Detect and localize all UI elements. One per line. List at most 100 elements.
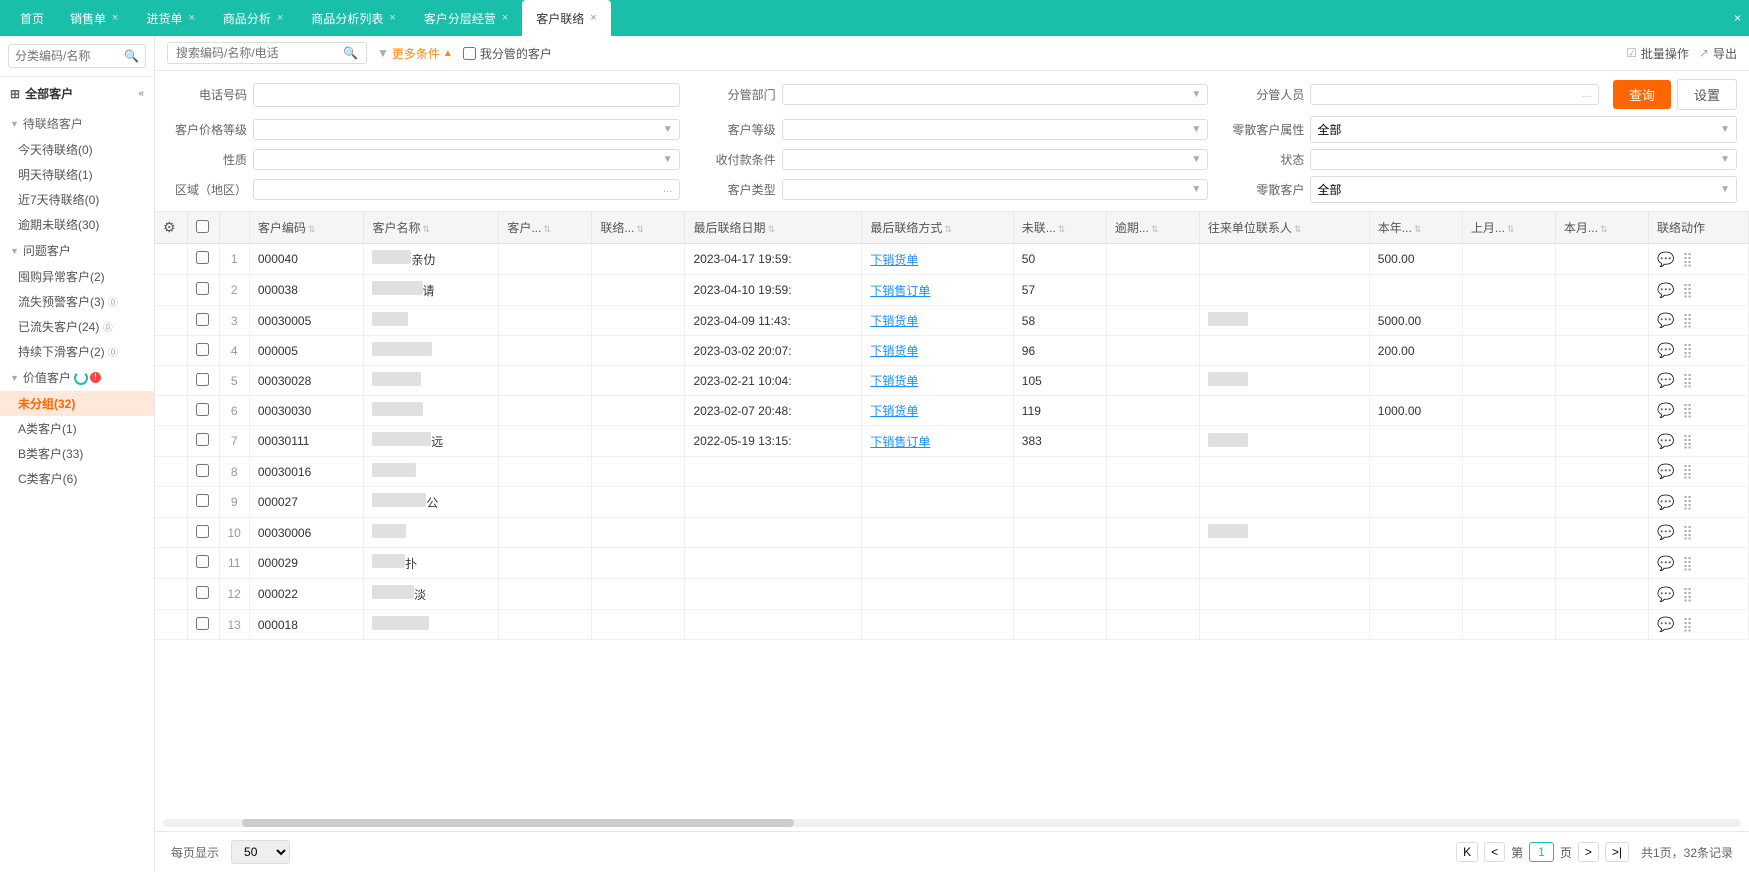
status-select[interactable]: ▼ [1310, 149, 1737, 170]
row-check[interactable] [187, 457, 219, 487]
page-size-select[interactable]: 50 100 200 [231, 840, 290, 864]
close-customer-seg-icon[interactable]: × [502, 12, 508, 24]
row-check[interactable] [187, 306, 219, 336]
contact-icon[interactable]: 💬 [1657, 312, 1674, 329]
last-method-link[interactable]: 下销货单 [870, 404, 918, 418]
collapse-icon[interactable]: « [138, 88, 144, 99]
close-customer-contact-icon[interactable]: × [590, 12, 596, 24]
filter-search-icon[interactable]: 🔍 [343, 46, 358, 60]
last-page-btn[interactable]: >| [1605, 842, 1629, 862]
horizontal-scrollbar[interactable] [155, 815, 1749, 831]
tab-purchase[interactable]: 进货单 × [132, 0, 208, 36]
close-product-list-icon[interactable]: × [389, 12, 395, 24]
sidebar-item-ungroup[interactable]: 未分组(32) [0, 391, 154, 416]
more-action-icon[interactable]: ⣿ [1682, 494, 1692, 511]
last-method-link[interactable]: 下销售订单 [870, 284, 930, 298]
contact-icon[interactable]: 💬 [1657, 372, 1674, 389]
more-action-icon[interactable]: ⣿ [1682, 402, 1692, 419]
more-action-icon[interactable]: ⣿ [1682, 342, 1692, 359]
row-check[interactable] [187, 579, 219, 610]
more-action-icon[interactable]: ⣿ [1682, 524, 1692, 541]
contact-icon[interactable]: 💬 [1657, 342, 1674, 359]
prev-page-btn[interactable]: < [1484, 842, 1505, 862]
close-purchase-icon[interactable]: × [188, 12, 194, 24]
more-conditions-btn[interactable]: ▼ 更多条件 ▲ [377, 45, 453, 62]
more-action-icon[interactable]: ⣿ [1682, 312, 1692, 329]
first-page-btn[interactable]: K [1456, 842, 1478, 862]
row-check[interactable] [187, 396, 219, 426]
more-action-icon[interactable]: ⣿ [1682, 586, 1692, 603]
sidebar-item-declining[interactable]: 持续下滑客户(2) ⓪ [0, 339, 154, 364]
row-check[interactable] [187, 426, 219, 457]
sidebar-item-abnormal[interactable]: 囤购异常客户(2) [0, 264, 154, 289]
row-check[interactable] [187, 336, 219, 366]
price-level-select[interactable]: ▼ [253, 119, 680, 140]
more-action-icon[interactable]: ⣿ [1682, 433, 1692, 450]
contact-icon[interactable]: 💬 [1657, 251, 1674, 268]
last-method-link[interactable]: 下销货单 [870, 344, 918, 358]
select-all-checkbox[interactable] [196, 220, 209, 233]
close-product-analysis-icon[interactable]: × [277, 12, 283, 24]
last-method-link[interactable]: 下销售订单 [870, 435, 930, 449]
scrollbar-thumb[interactable] [242, 819, 794, 827]
filter-search-input[interactable] [176, 46, 343, 60]
sidebar-search-icon[interactable]: 🔍 [124, 49, 139, 63]
reset-btn[interactable]: 设置 [1677, 79, 1737, 110]
tab-sales[interactable]: 销售单 × [56, 0, 132, 36]
sidebar-item-b-class[interactable]: B类客户(33) [0, 441, 154, 466]
more-action-icon[interactable]: ⣿ [1682, 282, 1692, 299]
contact-icon[interactable]: 💬 [1657, 524, 1674, 541]
contact-icon[interactable]: 💬 [1657, 282, 1674, 299]
person-select[interactable]: … [1310, 84, 1599, 105]
next-page-btn[interactable]: > [1578, 842, 1599, 862]
contact-icon[interactable]: 💬 [1657, 555, 1674, 572]
row-check[interactable] [187, 610, 219, 640]
retail-select[interactable]: 全部▼ [1310, 176, 1737, 203]
last-method-link[interactable]: 下销货单 [870, 314, 918, 328]
pay-select[interactable]: ▼ [782, 149, 1209, 170]
sidebar-item-7days[interactable]: 近7天待联络(0) [0, 187, 154, 212]
pending-contact-group[interactable]: 待联络客户 [0, 110, 154, 137]
last-method-link[interactable]: 下销货单 [870, 253, 918, 267]
sidebar-item-overdue[interactable]: 逾期未联络(30) [0, 212, 154, 237]
cust-level-select[interactable]: ▼ [782, 119, 1209, 140]
sidebar-item-c-class[interactable]: C类客户(6) [0, 466, 154, 491]
row-check[interactable] [187, 366, 219, 396]
sidebar-item-today[interactable]: 今天待联络(0) [0, 137, 154, 162]
sidebar-item-warning[interactable]: 流失预警客户(3) ⓪ [0, 289, 154, 314]
close-sales-icon[interactable]: × [112, 12, 118, 24]
tab-home[interactable]: 首页 [8, 0, 56, 36]
close-all-btn[interactable]: × [1734, 11, 1741, 25]
row-check[interactable] [187, 518, 219, 548]
phone-input[interactable] [253, 83, 680, 107]
more-action-icon[interactable]: ⣿ [1682, 251, 1692, 268]
dept-select[interactable]: ▼ [782, 84, 1209, 105]
row-check[interactable] [187, 487, 219, 518]
more-action-icon[interactable]: ⣿ [1682, 463, 1692, 480]
query-btn[interactable]: 查询 [1613, 80, 1671, 109]
batch-op-btn[interactable]: 批量操作 [1626, 45, 1689, 62]
contact-icon[interactable]: 💬 [1657, 433, 1674, 450]
tab-product-list[interactable]: 商品分析列表 × [297, 0, 409, 36]
more-action-icon[interactable]: ⣿ [1682, 372, 1692, 389]
sidebar-item-a-class[interactable]: A类客户(1) [0, 416, 154, 441]
my-customers-checkbox[interactable] [463, 47, 476, 60]
row-check[interactable] [187, 275, 219, 306]
last-method-link[interactable]: 下销货单 [870, 374, 918, 388]
sidebar-item-lost[interactable]: 已流失客户(24) ⓪ [0, 314, 154, 339]
all-customers-header[interactable]: ⊞ 全部客户 « [0, 77, 154, 110]
contact-icon[interactable]: 💬 [1657, 463, 1674, 480]
contact-icon[interactable]: 💬 [1657, 494, 1674, 511]
value-customer-group[interactable]: 价值客户 ! [0, 364, 154, 391]
more-action-icon[interactable]: ⣿ [1682, 616, 1692, 633]
tab-customer-contact[interactable]: 客户联络 × [522, 0, 610, 36]
tab-product-analysis[interactable]: 商品分析 × [209, 0, 297, 36]
contact-icon[interactable]: 💬 [1657, 586, 1674, 603]
contact-icon[interactable]: 💬 [1657, 616, 1674, 633]
settings-icon[interactable]: ⚙ [163, 219, 176, 235]
export-btn[interactable]: 导出 [1699, 45, 1737, 62]
more-action-icon[interactable]: ⣿ [1682, 555, 1692, 572]
refresh-icon[interactable] [74, 371, 88, 385]
region-select[interactable]: … [253, 179, 680, 200]
cust-type-select[interactable]: ▼ [782, 179, 1209, 200]
